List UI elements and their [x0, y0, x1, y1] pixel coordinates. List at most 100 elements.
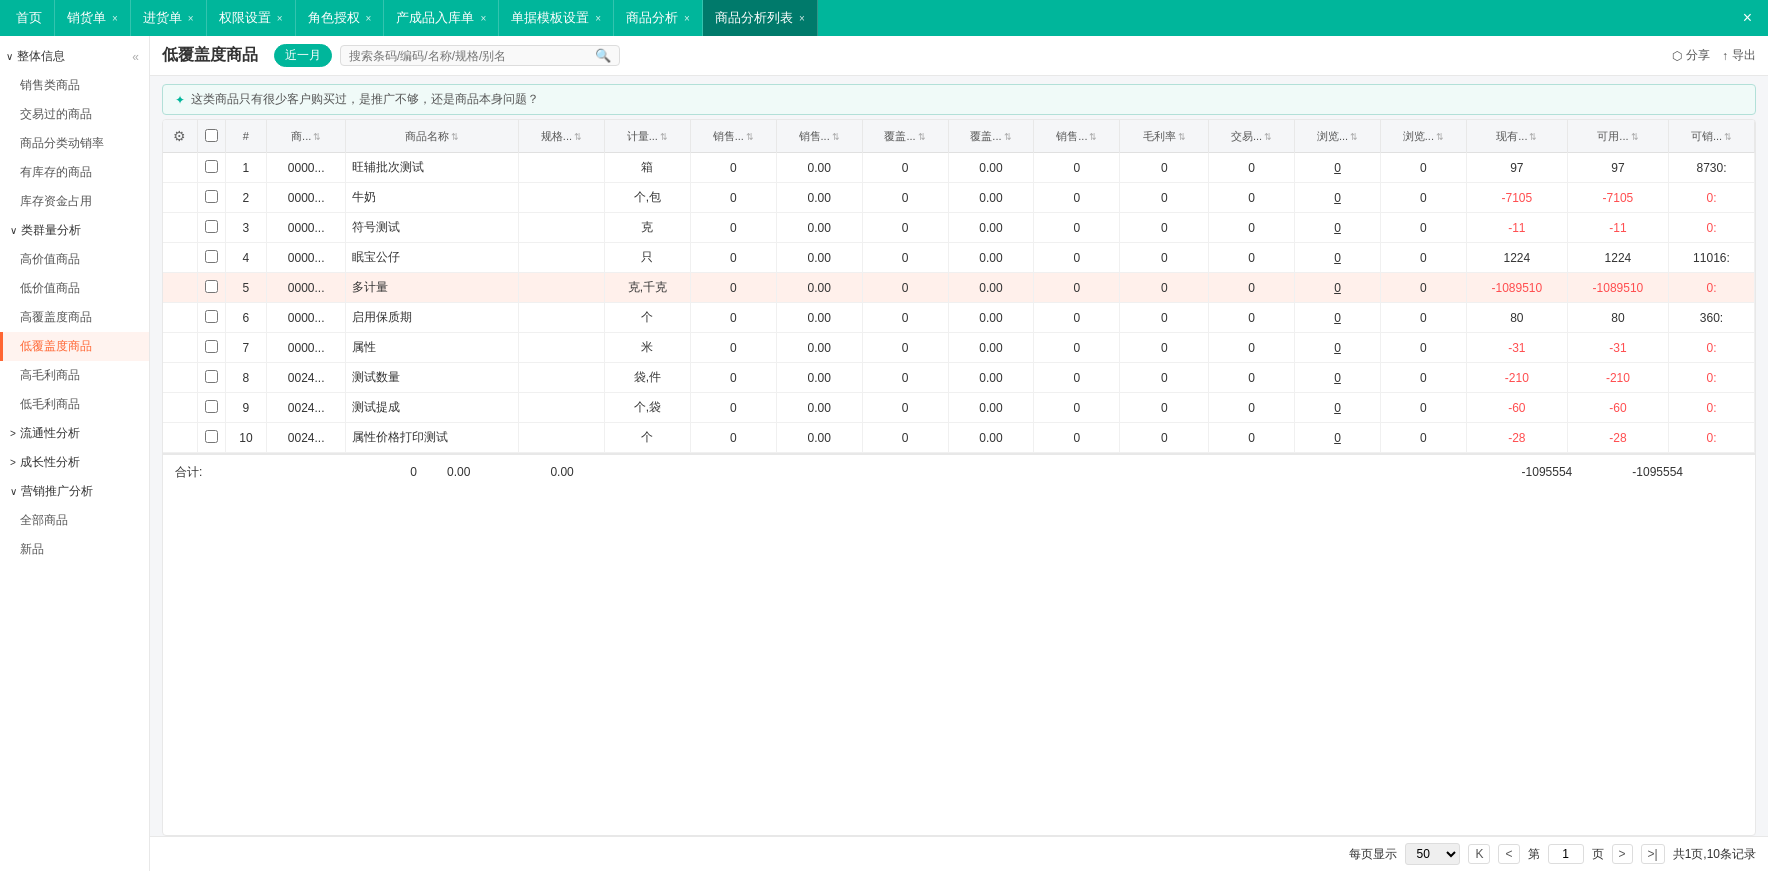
cell-checkbox[interactable]	[197, 393, 225, 423]
cell-view-a[interactable]: 0	[1295, 303, 1381, 333]
sidebar-section-overall[interactable]: ∨ 整体信息	[6, 44, 65, 69]
cell-view-a[interactable]: 0	[1295, 213, 1381, 243]
select-all-checkbox[interactable]	[205, 129, 218, 142]
cell-checkbox[interactable]	[197, 273, 225, 303]
nav-role-auth[interactable]: 角色授权 ×	[296, 0, 385, 36]
page-number-input[interactable]	[1548, 844, 1584, 864]
row-checkbox[interactable]	[205, 160, 218, 173]
row-checkbox[interactable]	[205, 340, 218, 353]
cell-sales-qty: 0	[690, 363, 776, 393]
cell-checkbox[interactable]	[197, 243, 225, 273]
cell-sales-amt: 0.00	[776, 393, 862, 423]
row-checkbox[interactable]	[205, 430, 218, 443]
row-checkbox[interactable]	[205, 190, 218, 203]
page-size-select[interactable]: 50 20 100 200	[1405, 843, 1460, 865]
next-page-button[interactable]: >	[1612, 844, 1633, 864]
cell-spec	[518, 333, 604, 363]
cell-unit: 克	[604, 213, 690, 243]
cell-unit: 袋,件	[604, 363, 690, 393]
sidebar-item-all-goods[interactable]: 全部商品	[0, 506, 149, 535]
cell-spec	[518, 153, 604, 183]
sidebar-item-stock-goods[interactable]: 有库存的商品	[0, 158, 149, 187]
cell-code: 0000...	[267, 333, 346, 363]
cell-view-a[interactable]: 0	[1295, 153, 1381, 183]
nav-product-stock[interactable]: 产成品入库单 ×	[384, 0, 499, 36]
table-row: 3 0000... 符号测试 克 0 0.00 0 0.00 0 0 0 0 0…	[163, 213, 1755, 243]
settings-icon[interactable]: ⚙	[173, 128, 186, 144]
row-checkbox[interactable]	[205, 400, 218, 413]
nav-home[interactable]: 首页	[4, 0, 55, 36]
export-button[interactable]: ↑ 导出	[1722, 47, 1756, 64]
sidebar-item-traded-goods[interactable]: 交易过的商品	[0, 100, 149, 129]
nav-purchase-order[interactable]: 进货单 ×	[131, 0, 207, 36]
sidebar-item-low-value[interactable]: 低价值商品	[0, 274, 149, 303]
sidebar-item-low-coverage[interactable]: 低覆盖度商品	[0, 332, 149, 361]
sidebar-item-low-profit[interactable]: 低毛利商品	[0, 390, 149, 419]
cell-checkbox[interactable]	[197, 153, 225, 183]
nav-product-analysis[interactable]: 商品分析 ×	[614, 0, 703, 36]
filter-recent-month[interactable]: 近一月	[274, 44, 332, 67]
nav-close-icon[interactable]: ×	[366, 13, 372, 24]
close-all-button[interactable]: ×	[1731, 9, 1764, 27]
column-gross-rate: 毛利率⇅	[1120, 120, 1209, 153]
row-checkbox[interactable]	[205, 370, 218, 383]
cell-view-a[interactable]: 0	[1295, 393, 1381, 423]
nav-close-icon[interactable]: ×	[799, 13, 805, 24]
sidebar-item-stock-capital[interactable]: 库存资金占用	[0, 187, 149, 216]
cell-view-a[interactable]: 0	[1295, 363, 1381, 393]
nav-close-icon[interactable]: ×	[188, 13, 194, 24]
row-checkbox[interactable]	[205, 220, 218, 233]
table-row: 8 0024... 测试数量 袋,件 0 0.00 0 0.00 0 0 0 0…	[163, 363, 1755, 393]
cell-view-a[interactable]: 0	[1295, 243, 1381, 273]
sidebar-section-marketing[interactable]: ∨ 营销推广分析	[0, 477, 149, 506]
row-checkbox[interactable]	[205, 250, 218, 263]
cell-usable: 97	[1567, 153, 1668, 183]
cell-checkbox[interactable]	[197, 183, 225, 213]
row-checkbox[interactable]	[205, 280, 218, 293]
prev-page-button[interactable]: <	[1498, 844, 1519, 864]
share-button[interactable]: ⬡ 分享	[1672, 47, 1710, 64]
cell-checkbox[interactable]	[197, 423, 225, 453]
sidebar-item-high-profit[interactable]: 高毛利商品	[0, 361, 149, 390]
column-checkbox-all[interactable]	[197, 120, 225, 153]
last-page-button[interactable]: >|	[1641, 844, 1665, 864]
sidebar-item-category-rate[interactable]: 商品分类动销率	[0, 129, 149, 158]
cell-checkbox[interactable]	[197, 303, 225, 333]
nav-template[interactable]: 单据模板设置 ×	[499, 0, 614, 36]
cell-view-a[interactable]: 0	[1295, 183, 1381, 213]
cell-salable: 8730:	[1668, 153, 1754, 183]
nav-close-icon[interactable]: ×	[480, 13, 486, 24]
cell-settings	[163, 303, 197, 333]
cell-checkbox[interactable]	[197, 213, 225, 243]
sidebar-item-high-value[interactable]: 高价值商品	[0, 245, 149, 274]
cell-view-a[interactable]: 0	[1295, 423, 1381, 453]
sidebar-item-new-goods[interactable]: 新品	[0, 535, 149, 564]
column-spec: 规格...⇅	[518, 120, 604, 153]
nav-permission[interactable]: 权限设置 ×	[207, 0, 296, 36]
nav-close-icon[interactable]: ×	[277, 13, 283, 24]
nav-close-icon[interactable]: ×	[684, 13, 690, 24]
cell-checkbox[interactable]	[197, 333, 225, 363]
nav-close-icon[interactable]: ×	[595, 13, 601, 24]
cell-view-a[interactable]: 0	[1295, 273, 1381, 303]
cell-usable: -60	[1567, 393, 1668, 423]
sidebar-section-growth[interactable]: > 成长性分析	[0, 448, 149, 477]
cell-cover-b: 0.00	[948, 333, 1034, 363]
search-icon[interactable]: 🔍	[595, 48, 611, 63]
search-input[interactable]	[349, 49, 595, 63]
cell-checkbox[interactable]	[197, 363, 225, 393]
nav-product-analysis-list[interactable]: 商品分析列表 ×	[703, 0, 818, 36]
first-page-button[interactable]: K	[1468, 844, 1490, 864]
sidebar-collapse-button[interactable]: «	[128, 48, 143, 66]
main-layout: ∨ 整体信息 « 销售类商品 交易过的商品 商品分类动销率 有库存的商品 库存资…	[0, 36, 1768, 871]
table-row: 10 0024... 属性价格打印测试 个 0 0.00 0 0.00 0 0 …	[163, 423, 1755, 453]
sidebar-item-sales-goods[interactable]: 销售类商品	[0, 71, 149, 100]
nav-close-icon[interactable]: ×	[112, 13, 118, 24]
cell-view-a[interactable]: 0	[1295, 333, 1381, 363]
row-checkbox[interactable]	[205, 310, 218, 323]
sidebar-section-flow[interactable]: > 流通性分析	[0, 419, 149, 448]
sidebar-section-cluster[interactable]: ∨ 类群量分析	[0, 216, 149, 245]
column-settings[interactable]: ⚙	[163, 120, 197, 153]
sidebar-item-high-coverage[interactable]: 高覆盖度商品	[0, 303, 149, 332]
nav-sales-order[interactable]: 销货单 ×	[55, 0, 131, 36]
